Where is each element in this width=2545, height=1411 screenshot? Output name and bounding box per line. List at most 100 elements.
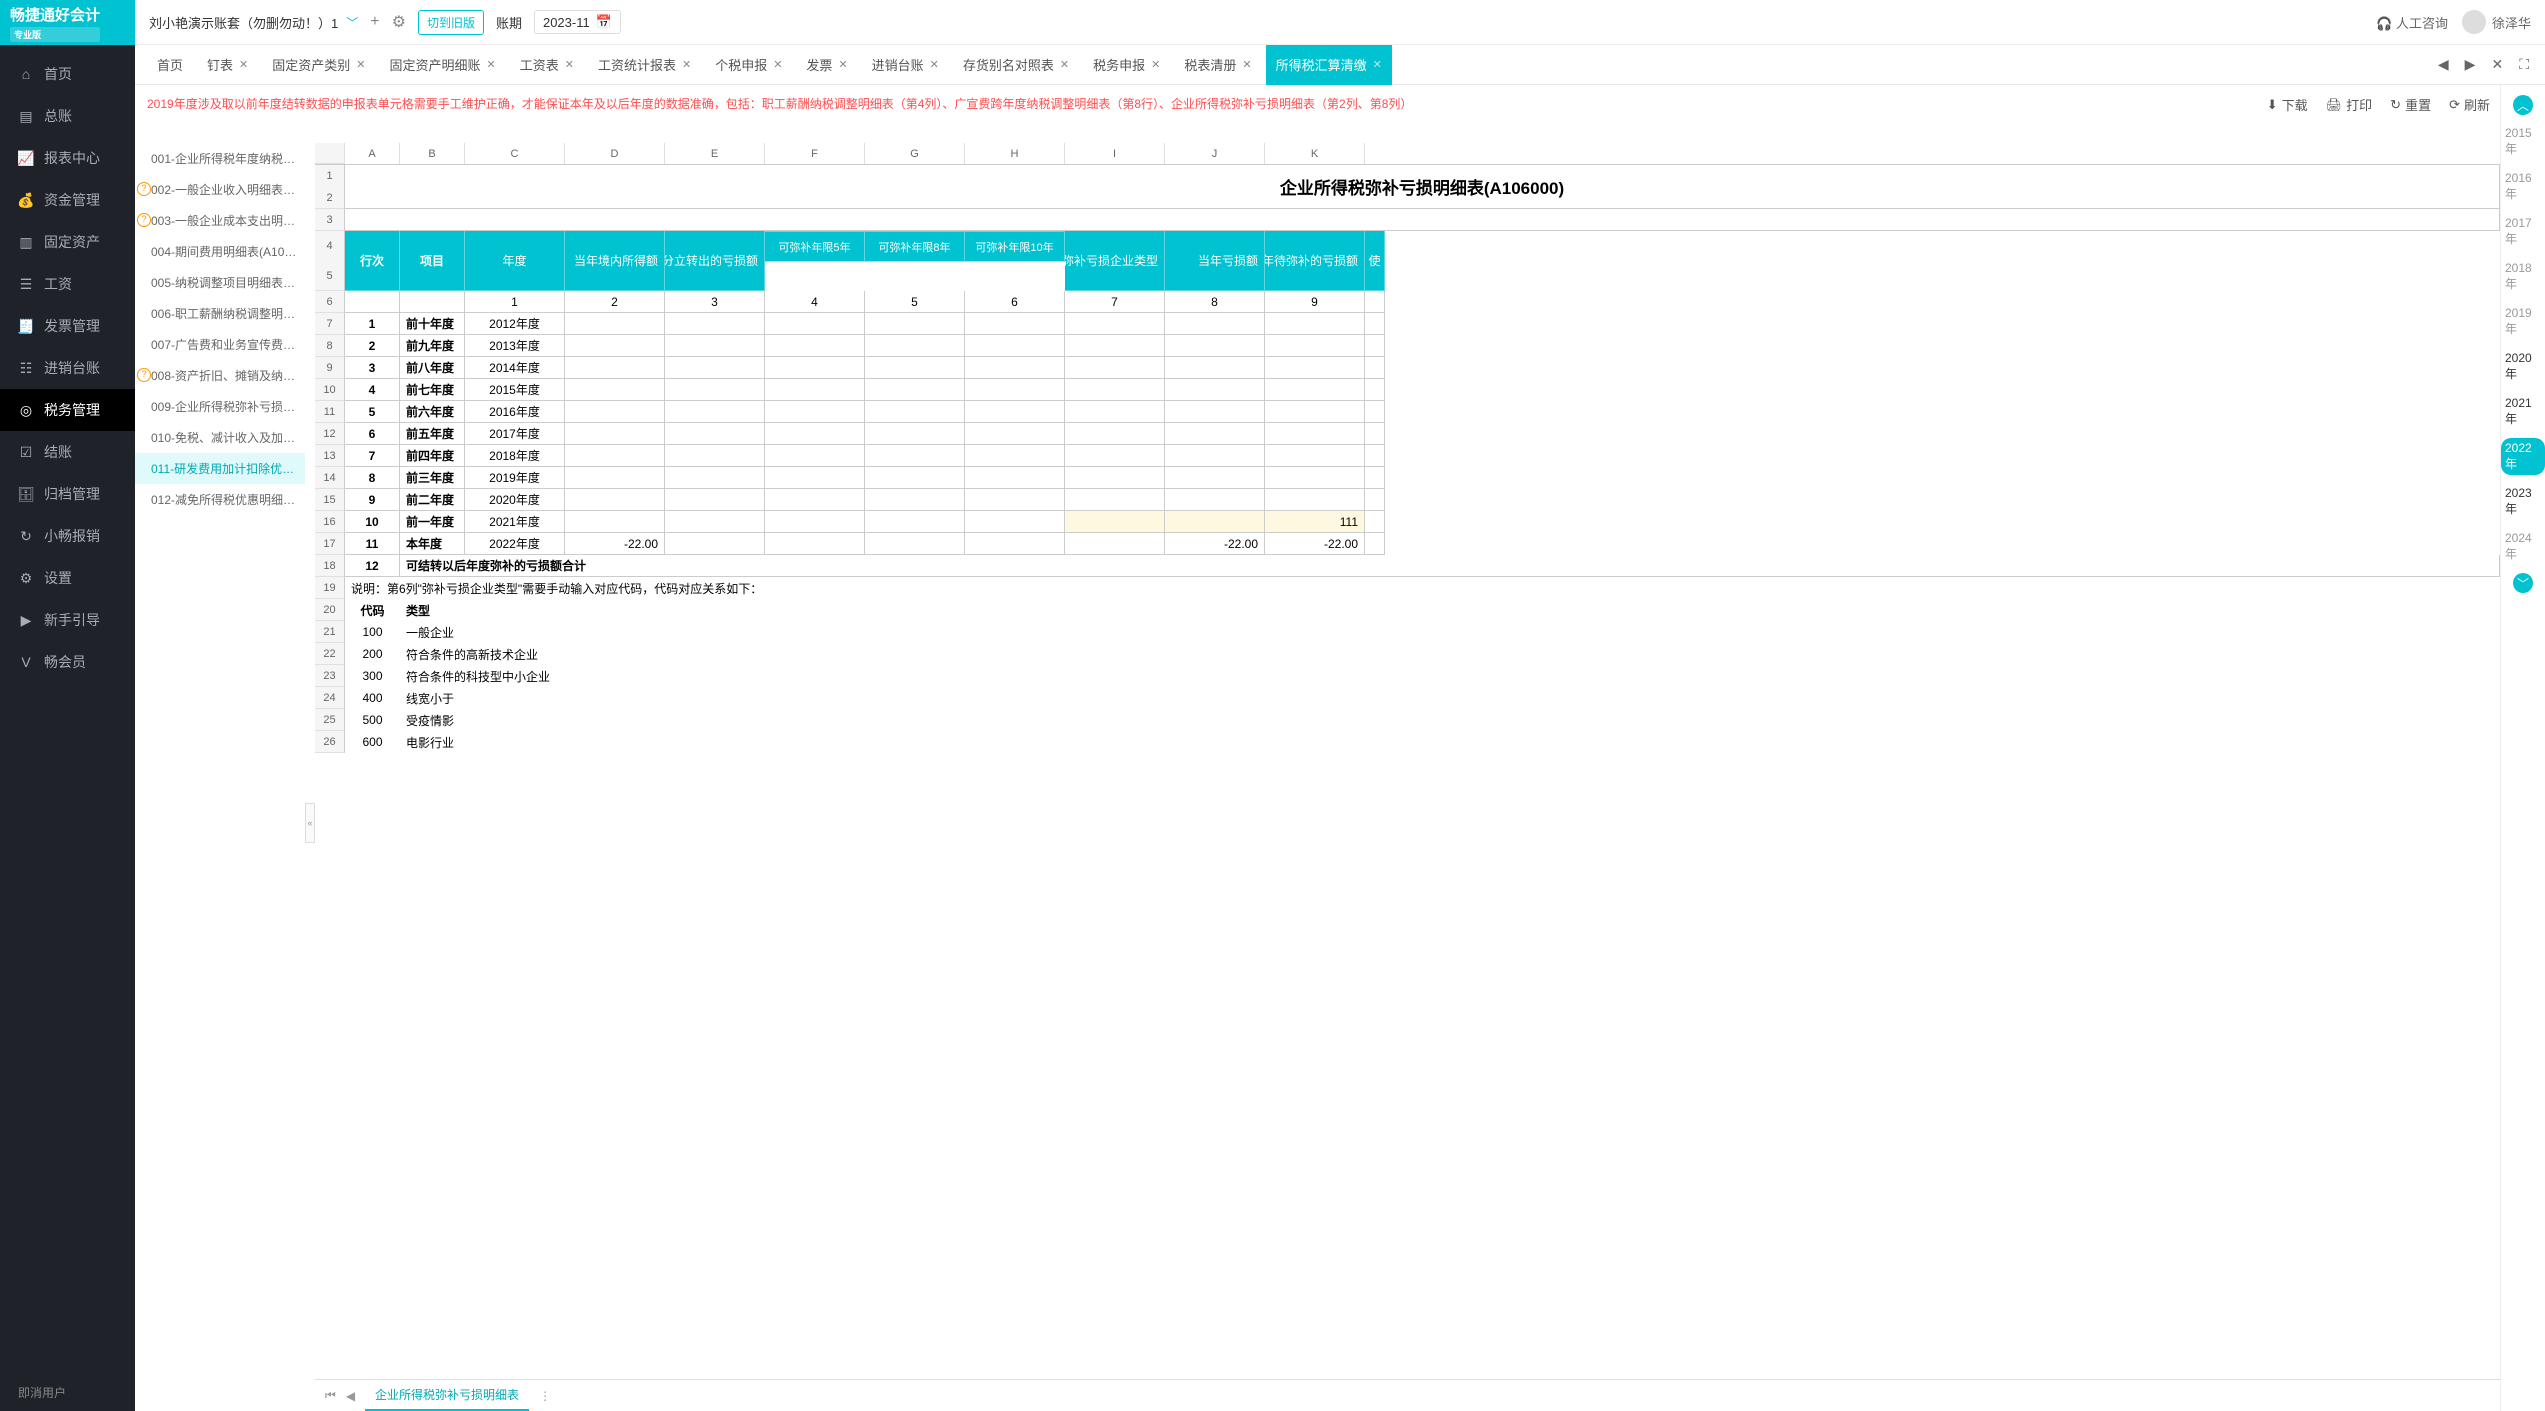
nav-invoice[interactable]: 🧾发票管理 (0, 305, 135, 347)
fullscreen-icon[interactable]: ⛶ (2515, 52, 2533, 77)
close-icon[interactable]: ✕ (838, 58, 847, 71)
table-cell[interactable]: 前六年度 (400, 401, 465, 423)
tab-3[interactable]: 固定资产明细账✕ (379, 45, 505, 85)
close-icon[interactable]: ✕ (356, 58, 365, 71)
form-item-11[interactable]: 011-研发费用加计扣除优惠... (135, 453, 305, 484)
table-cell[interactable] (565, 379, 665, 401)
col-head[interactable]: B (400, 143, 465, 164)
tab-7[interactable]: 发票✕ (796, 45, 857, 85)
nav-tax[interactable]: ◎税务管理 (0, 389, 135, 431)
table-cell[interactable]: 2017年度 (465, 423, 565, 445)
table-cell[interactable]: 前八年度 (400, 357, 465, 379)
account-selector[interactable]: 刘小艳演示账套（勿删勿动！）1 (149, 13, 338, 32)
col-head[interactable]: K (1265, 143, 1365, 164)
year-2017[interactable]: 2017年 (2501, 213, 2545, 250)
close-icon[interactable]: ✕ (1242, 58, 1251, 71)
scroll-down-icon[interactable]: ﹀ (2513, 573, 2533, 593)
col-head[interactable]: A (345, 143, 400, 164)
close-icon[interactable]: ✕ (1060, 58, 1069, 71)
col-head[interactable]: E (665, 143, 765, 164)
table-cell[interactable]: 前三年度 (400, 467, 465, 489)
close-icon[interactable]: ✕ (487, 58, 496, 71)
table-cell[interactable]: -22.00 (565, 533, 665, 555)
tab-5[interactable]: 工资统计报表✕ (588, 45, 701, 85)
year-2016[interactable]: 2016年 (2501, 168, 2545, 205)
table-cell[interactable] (565, 357, 665, 379)
tab-1[interactable]: 钉表✕ (197, 45, 258, 85)
add-button[interactable]: + (370, 13, 379, 31)
table-cell[interactable]: 2 (345, 335, 400, 357)
nav-reports[interactable]: 📈报表中心 (0, 137, 135, 179)
table-cell[interactable]: 2014年度 (465, 357, 565, 379)
col-head[interactable]: C (465, 143, 565, 164)
tab-8[interactable]: 进销台账✕ (862, 45, 949, 85)
tab-4[interactable]: 工资表✕ (510, 45, 584, 85)
table-cell[interactable]: 前七年度 (400, 379, 465, 401)
col-head[interactable]: G (865, 143, 965, 164)
print-button[interactable]: 🖨 打印 (2326, 95, 2373, 114)
table-cell[interactable] (565, 445, 665, 467)
table-cell[interactable] (565, 467, 665, 489)
form-item-7[interactable]: 007-广告费和业务宣传费跨... (135, 329, 305, 360)
year-2023[interactable]: 2023年 (2501, 483, 2545, 520)
table-cell[interactable]: 11 (345, 533, 400, 555)
col-head[interactable]: H (965, 143, 1065, 164)
consult-button[interactable]: 🎧 人工咨询 (2376, 13, 2448, 32)
scroll-up-icon[interactable]: ︿ (2513, 95, 2533, 115)
close-icon[interactable]: ✕ (239, 58, 248, 71)
nav-xc[interactable]: ↻小畅报销 (0, 515, 135, 557)
close-icon[interactable]: ✕ (565, 58, 574, 71)
table-cell[interactable]: 本年度 (400, 533, 465, 555)
table-cell[interactable]: 1 (345, 313, 400, 335)
close-icon[interactable]: ✕ (930, 58, 939, 71)
spreadsheet[interactable]: A B C D E F G H I J K 12企业所得税弥补亏损明细表(A10… (315, 143, 2500, 1379)
year-2019[interactable]: 2019年 (2501, 303, 2545, 340)
form-item-1[interactable]: 001-企业所得税年度纳税申... (135, 143, 305, 174)
sheet-nav-first[interactable]: ⏮ (325, 1388, 336, 1403)
table-cell[interactable]: 2019年度 (465, 467, 565, 489)
reset-button[interactable]: ↻ 重置 (2390, 95, 2431, 114)
nav-ledger[interactable]: ▤总账 (0, 95, 135, 137)
tab-home[interactable]: 首页 (147, 45, 193, 85)
nav-archive[interactable]: 🗄归档管理 (0, 473, 135, 515)
nav-salary[interactable]: ☰工资 (0, 263, 135, 305)
form-item-10[interactable]: 010-免税、减计收入及加计... (135, 422, 305, 453)
form-item-8[interactable]: 008-资产折旧、摊销及纳税... (135, 360, 305, 391)
table-cell[interactable]: 8 (345, 467, 400, 489)
form-item-3[interactable]: 003-一般企业成本支出明细... (135, 205, 305, 236)
col-head[interactable]: F (765, 143, 865, 164)
table-cell[interactable]: 2013年度 (465, 335, 565, 357)
tab-prev[interactable]: ◀ (2434, 52, 2453, 77)
table-cell[interactable] (565, 313, 665, 335)
nav-guide[interactable]: ▶新手引导 (0, 599, 135, 641)
year-2020[interactable]: 2020年 (2501, 348, 2545, 385)
table-cell[interactable]: 前二年度 (400, 489, 465, 511)
nav-assets[interactable]: ▥固定资产 (0, 221, 135, 263)
table-cell[interactable]: 前九年度 (400, 335, 465, 357)
settings-button[interactable]: ⚙ (392, 12, 406, 32)
tab-next[interactable]: ▶ (2461, 52, 2480, 77)
year-2024[interactable]: 2024年 (2501, 528, 2545, 565)
collapse-button[interactable]: « (305, 803, 315, 843)
table-cell[interactable]: 7 (345, 445, 400, 467)
table-cell[interactable] (565, 401, 665, 423)
nav-member[interactable]: V畅会员 (0, 641, 135, 683)
col-head[interactable]: D (565, 143, 665, 164)
table-cell[interactable]: 2021年度 (465, 511, 565, 533)
tab-2[interactable]: 固定资产类别✕ (262, 45, 375, 85)
col-head[interactable]: I (1065, 143, 1165, 164)
table-cell[interactable]: 2012年度 (465, 313, 565, 335)
table-cell[interactable] (565, 423, 665, 445)
table-cell[interactable]: 前五年度 (400, 423, 465, 445)
sheet-nav-prev[interactable]: ◀ (346, 1389, 355, 1403)
user-menu[interactable]: 徐泽华 (2462, 10, 2531, 34)
form-item-12[interactable]: 012-减免所得税优惠明细表(... (135, 484, 305, 515)
table-cell[interactable]: 2016年度 (465, 401, 565, 423)
tab-10[interactable]: 税务申报✕ (1083, 45, 1170, 85)
tab-6[interactable]: 个税申报✕ (705, 45, 792, 85)
table-cell[interactable]: 4 (345, 379, 400, 401)
table-cell[interactable]: 5 (345, 401, 400, 423)
form-item-6[interactable]: 006-职工薪酬纳税调整明细... (135, 298, 305, 329)
table-cell[interactable]: 2018年度 (465, 445, 565, 467)
period-picker[interactable]: 2023-11📅 (534, 10, 621, 34)
